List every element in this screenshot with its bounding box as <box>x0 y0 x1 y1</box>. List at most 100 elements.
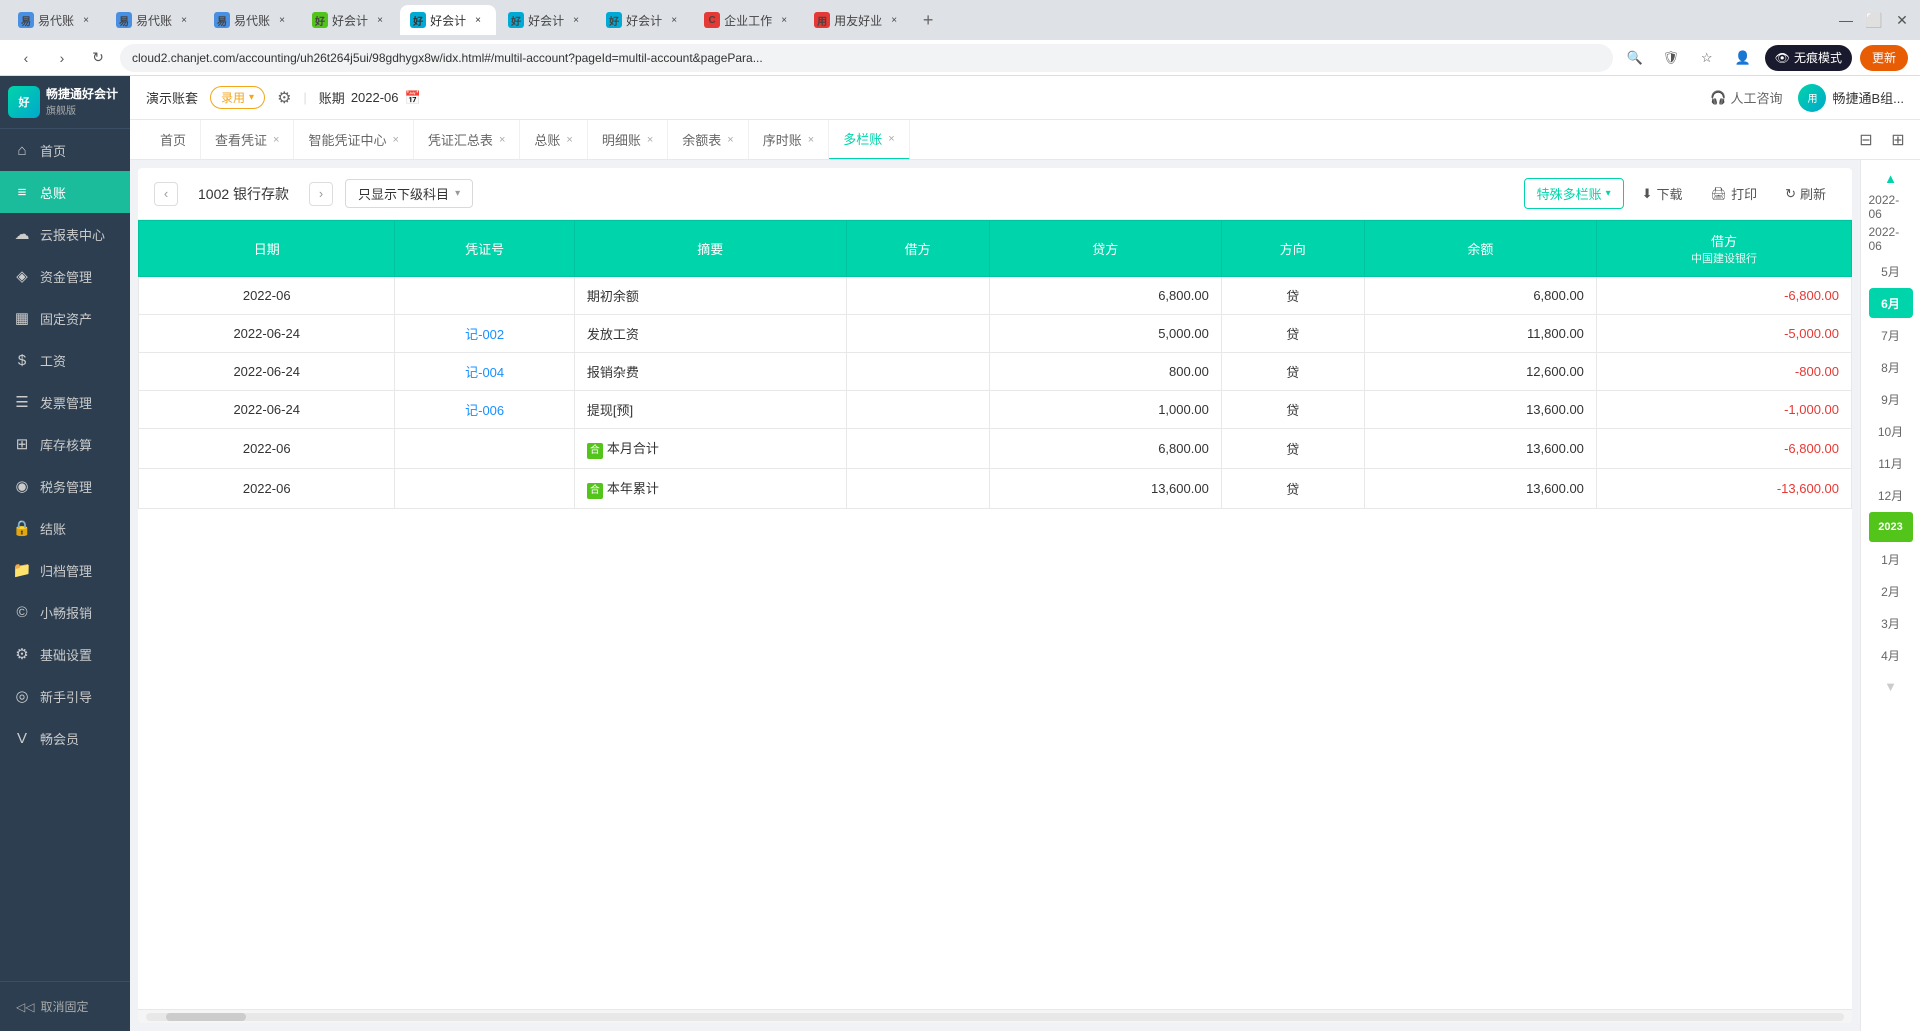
tab-smart[interactable]: 智能凭证中心 × <box>294 120 413 160</box>
pin-button[interactable]: ◁◁ 取消固定 <box>8 990 122 1023</box>
scroll-thumb[interactable] <box>166 1013 246 1021</box>
window-minimize-icon[interactable]: ⊟ <box>1852 126 1880 154</box>
tab-close-sequence[interactable]: × <box>808 134 814 146</box>
month-item-2022-06-1[interactable]: 2022-06 <box>1869 192 1913 222</box>
tab-close-8[interactable]: × <box>776 12 792 28</box>
sidebar-item-payroll[interactable]: $ 工资 <box>0 339 130 381</box>
tab-summary[interactable]: 凭证汇总表 × <box>414 120 520 160</box>
sidebar-item-home[interactable]: ⌂ 首页 <box>0 129 130 171</box>
tab-close-2[interactable]: × <box>176 12 192 28</box>
sidebar-item-funds[interactable]: ◈ 资金管理 <box>0 255 130 297</box>
month-item-2023-2[interactable]: 2月 <box>1869 576 1913 606</box>
tab-close-detail[interactable]: × <box>647 134 653 146</box>
tab-voucher[interactable]: 查看凭证 × <box>201 120 294 160</box>
sidebar-item-invoice[interactable]: ☰ 发票管理 <box>0 381 130 423</box>
month-item-2023-4[interactable]: 4月 <box>1869 640 1913 670</box>
tab-close-multi[interactable]: × <box>888 133 894 145</box>
forward-button[interactable]: › <box>48 44 76 72</box>
back-button[interactable]: ‹ <box>12 44 40 72</box>
special-multi-button[interactable]: 特殊多栏账 ▾ <box>1524 178 1624 209</box>
sidebar-item-expense[interactable]: © 小畅报销 <box>0 591 130 633</box>
tab-balance[interactable]: 余额表 × <box>668 120 748 160</box>
tab-home[interactable]: 首页 <box>146 120 201 160</box>
month-item-8[interactable]: 8月 <box>1869 352 1913 382</box>
browser-tab-7[interactable]: 好 好会计 × <box>596 5 692 35</box>
search-icon[interactable]: 🔍 <box>1621 44 1649 72</box>
demo-badge-button[interactable]: 录用 ▾ <box>210 86 265 109</box>
browser-tab-6[interactable]: 好 好会计 × <box>498 5 594 35</box>
tab-close-6[interactable]: × <box>568 12 584 28</box>
tab-general[interactable]: 总账 × <box>520 120 587 160</box>
close-button[interactable]: ✕ <box>1892 10 1912 30</box>
tab-close-balance[interactable]: × <box>727 134 733 146</box>
window-expand-icon[interactable]: ⊞ <box>1884 126 1912 154</box>
sub-filter-dropdown[interactable]: 只显示下级科目 ▾ <box>345 179 473 208</box>
scroll-down-button[interactable]: ▼ <box>1873 676 1909 696</box>
month-item-7[interactable]: 7月 <box>1869 320 1913 350</box>
sidebar-item-settings[interactable]: ⚙ 基础设置 <box>0 633 130 675</box>
reload-button[interactable]: ↻ <box>84 44 112 72</box>
consult-button[interactable]: 🎧 人工咨询 <box>1710 88 1782 107</box>
refresh-button[interactable]: ↻ 刷新 <box>1775 179 1836 208</box>
month-item-9[interactable]: 9月 <box>1869 384 1913 414</box>
sidebar-item-member[interactable]: V 畅会员 <box>0 717 130 759</box>
tab-close-5[interactable]: × <box>470 12 486 28</box>
browser-tab-2[interactable]: 易 易代账 × <box>106 5 202 35</box>
sidebar-item-close[interactable]: 🔒 结账 <box>0 507 130 549</box>
tab-multi[interactable]: 多栏账 × <box>829 120 909 160</box>
horizontal-scrollbar[interactable] <box>138 1009 1852 1023</box>
settings-gear-icon[interactable]: ⚙ <box>277 88 291 108</box>
browser-tab-1[interactable]: 易 易代账 × <box>8 5 104 35</box>
month-item-12[interactable]: 12月 <box>1869 480 1913 510</box>
month-item-6[interactable]: 6月 <box>1869 288 1913 318</box>
voucher-link[interactable]: 记-002 <box>465 327 504 342</box>
voucher-link[interactable]: 记-006 <box>465 403 504 418</box>
month-item-2022-06-2[interactable]: 2022-06 <box>1869 224 1913 254</box>
prev-account-button[interactable]: ‹ <box>154 182 178 206</box>
tab-sequence[interactable]: 序时账 × <box>749 120 829 160</box>
tab-close-4[interactable]: × <box>372 12 388 28</box>
star-icon[interactable]: ☆ <box>1693 44 1721 72</box>
month-item-11[interactable]: 11月 <box>1869 448 1913 478</box>
sidebar-item-archive[interactable]: 📁 归档管理 <box>0 549 130 591</box>
browser-tab-4[interactable]: 好 好会计 × <box>302 5 398 35</box>
sidebar-item-guide[interactable]: ◎ 新手引导 <box>0 675 130 717</box>
calendar-icon[interactable]: 📅 <box>405 90 421 106</box>
month-item-2023-3[interactable]: 3月 <box>1869 608 1913 638</box>
update-button[interactable]: 更新 <box>1860 45 1908 71</box>
download-button[interactable]: ⬇ 下载 <box>1632 179 1693 208</box>
wuhen-mode-button[interactable]: 👁 无痕模式 <box>1765 45 1852 71</box>
browser-tab-3[interactable]: 易 易代账 × <box>204 5 300 35</box>
sidebar-item-reports[interactable]: ☁ 云报表中心 <box>0 213 130 255</box>
print-button[interactable]: 🖨 打印 <box>1701 179 1768 208</box>
month-item-5[interactable]: 5月 <box>1869 256 1913 286</box>
tab-close-3[interactable]: × <box>274 12 290 28</box>
sidebar-item-inventory[interactable]: ⊞ 库存核算 <box>0 423 130 465</box>
next-account-button[interactable]: › <box>309 182 333 206</box>
scroll-up-button[interactable]: ▲ <box>1873 168 1909 188</box>
new-tab-button[interactable]: + <box>914 6 942 34</box>
maximize-button[interactable]: ⬜ <box>1864 10 1884 30</box>
user-info[interactable]: 用 畅捷通B组... <box>1798 84 1904 112</box>
minimize-button[interactable]: — <box>1836 10 1856 30</box>
tab-close-voucher[interactable]: × <box>273 134 279 146</box>
browser-tab-5[interactable]: 好 好会计 × <box>400 5 496 35</box>
voucher-link[interactable]: 记-004 <box>465 365 504 380</box>
browser-tab-8[interactable]: C 企业工作 × <box>694 5 802 35</box>
profile-icon[interactable]: 👤 <box>1729 44 1757 72</box>
sidebar-item-assets[interactable]: ▦ 固定资产 <box>0 297 130 339</box>
shield-icon[interactable]: 🛡 <box>1657 44 1685 72</box>
sidebar-item-tax[interactable]: ◉ 税务管理 <box>0 465 130 507</box>
url-input[interactable]: cloud2.chanjet.com/accounting/uh26t264j5… <box>120 44 1613 72</box>
tab-close-1[interactable]: × <box>78 12 94 28</box>
tab-close-general[interactable]: × <box>566 134 572 146</box>
month-item-10[interactable]: 10月 <box>1869 416 1913 446</box>
browser-tab-9[interactable]: 用 用友好业 × <box>804 5 912 35</box>
tab-detail[interactable]: 明细账 × <box>588 120 668 160</box>
tab-close-summary[interactable]: × <box>499 134 505 146</box>
tab-close-smart[interactable]: × <box>392 134 398 146</box>
tab-close-7[interactable]: × <box>666 12 682 28</box>
month-item-2023-1[interactable]: 1月 <box>1869 544 1913 574</box>
sidebar-item-ledger[interactable]: ≡ 总账 <box>0 171 130 213</box>
tab-close-9[interactable]: × <box>886 12 902 28</box>
